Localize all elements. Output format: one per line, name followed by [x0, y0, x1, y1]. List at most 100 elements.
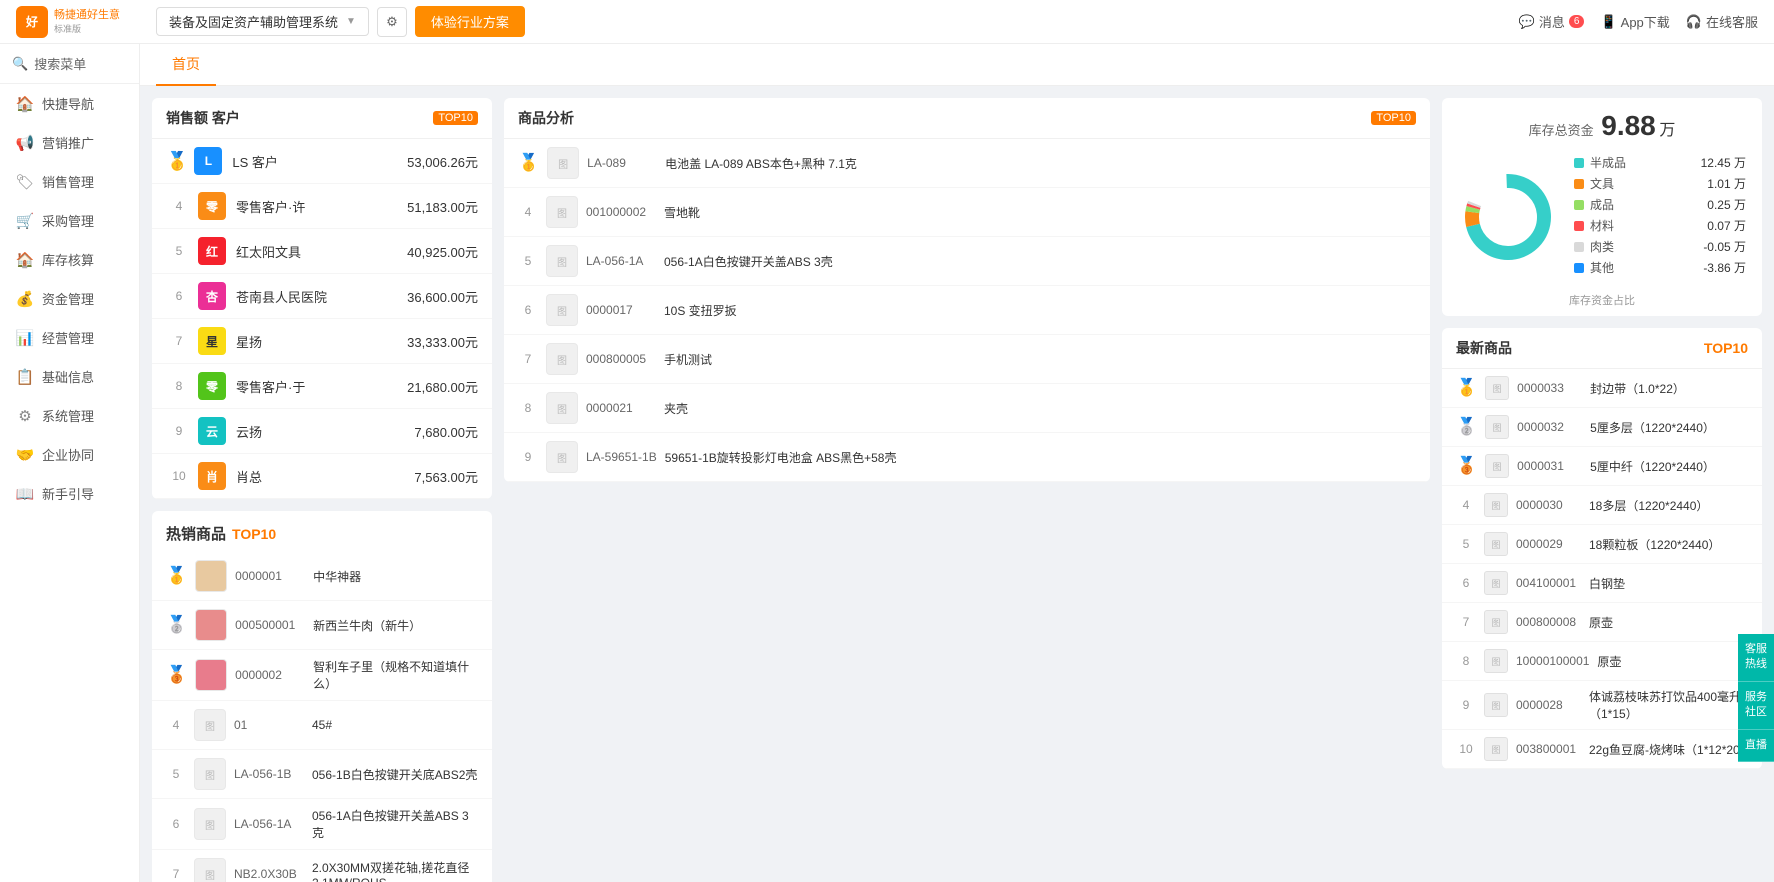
list-item: 🥈 图 0000032 5厘多层（1220*2440）	[1442, 408, 1762, 447]
inventory-unit: 万	[1659, 122, 1675, 139]
product-code: 004100001	[1516, 576, 1581, 590]
customer-name: LS 客户	[232, 152, 407, 171]
customer-value: 21,680.00元	[407, 377, 478, 396]
sidebar-item-system[interactable]: ⚙ 系统管理	[0, 396, 139, 435]
avatar: 星	[198, 327, 226, 355]
new-products-card: 最新商品 TOP10 🥇 图 0000033 封边带（1.0*22）	[1442, 328, 1762, 769]
sidebar-item-guide[interactable]: 📖 新手引导	[0, 474, 139, 513]
rank-number: 7	[518, 352, 538, 366]
inventory-icon: 🏠	[16, 251, 34, 269]
legend-item: 材料 0.07 万	[1574, 217, 1746, 234]
rank-number: 5	[518, 254, 538, 268]
list-item: 7 图 000800005 手机测试	[504, 335, 1430, 384]
list-item: 8 图 0000021 夹壳	[504, 384, 1430, 433]
rank-number: 4	[518, 205, 538, 219]
legend-color	[1574, 179, 1584, 189]
product-image: 图	[546, 392, 578, 424]
medal-1-icon: 🥇	[166, 151, 188, 172]
product-code: 000800005	[586, 352, 656, 366]
sidebar-item-label: 库存核算	[42, 250, 94, 269]
hot-products-card: 热销商品 TOP10 🥇 0000001 中华神器 🥈	[152, 511, 492, 882]
community-button[interactable]: 服务社区	[1738, 682, 1774, 730]
logo-icon: 好	[16, 6, 48, 38]
live-button[interactable]: 直播	[1738, 730, 1774, 762]
legend-color	[1574, 242, 1584, 252]
sidebar-item-inventory[interactable]: 🏠 库存核算	[0, 240, 139, 279]
product-image: 图	[1484, 737, 1508, 761]
inventory-card: 库存总资金 9.88 万	[1442, 98, 1762, 316]
sidebar-item-operations[interactable]: 📊 经营管理	[0, 318, 139, 357]
list-item: 4 图 01 45#	[152, 701, 492, 750]
medal-icon: 🥇	[518, 153, 539, 173]
product-image: 图	[1484, 532, 1508, 556]
sidebar-item-home[interactable]: 🏠 快捷导航	[0, 84, 139, 123]
system-selector[interactable]: 装备及固定资产辅助管理系统 ▼	[156, 7, 369, 36]
product-name: 45#	[312, 718, 478, 732]
sidebar-item-basic-info[interactable]: 📋 基础信息	[0, 357, 139, 396]
product-image: 图	[1485, 376, 1509, 400]
top10-badge: TOP10	[1371, 111, 1416, 125]
rank-number: 5	[166, 767, 186, 781]
sidebar-item-marketing[interactable]: 📢 营销推广	[0, 123, 139, 162]
basic-info-icon: 📋	[16, 368, 34, 386]
legend-name: 文具	[1590, 175, 1690, 192]
medal-icon: 🥇	[166, 566, 187, 586]
product-image: 图	[1485, 454, 1509, 478]
settings-button[interactable]: ⚙	[377, 7, 407, 37]
inventory-amount: 9.88	[1601, 110, 1656, 141]
trial-button[interactable]: 体验行业方案	[415, 6, 525, 37]
app-download-button[interactable]: 📱 App下载	[1600, 12, 1669, 31]
medal-icon: 🥇	[1456, 378, 1477, 398]
rank-number: 10	[166, 469, 192, 483]
sales-icon: 🏷	[16, 173, 34, 191]
product-image	[195, 659, 227, 691]
rank-number: 4	[1456, 498, 1476, 512]
product-code: 0000032	[1517, 420, 1582, 434]
list-item: 4 图 0000030 18多层（1220*2440）	[1442, 486, 1762, 525]
rank-number: 9	[1456, 698, 1476, 712]
online-service-button[interactable]: 🎧 在线客服	[1686, 12, 1758, 31]
sidebar-search[interactable]: 🔍 搜索菜单	[0, 44, 139, 84]
new-products-list: 🥇 图 0000033 封边带（1.0*22） 🥈 图 0000032 5厘多层…	[1442, 369, 1762, 769]
legend-item: 肉类 -0.05 万	[1574, 238, 1746, 255]
product-image: 图	[546, 441, 578, 473]
product-name: 056-1A白色按键开关盖ABS 3壳	[664, 253, 1416, 270]
product-image: 图	[546, 294, 578, 326]
list-item: 🥉 0000002 智利车子里（规格不知道填什么）	[152, 650, 492, 701]
tab-home[interactable]: 首页	[156, 44, 216, 86]
product-code: 0000030	[1516, 498, 1581, 512]
sidebar-item-sales[interactable]: 🏷 销售管理	[0, 162, 139, 201]
product-code: 0000017	[586, 303, 656, 317]
message-label: 消息	[1539, 12, 1565, 31]
sidebar-item-purchase[interactable]: 🛒 采购管理	[0, 201, 139, 240]
logo-area: 好 畅捷通好生意 标准版	[16, 6, 156, 38]
legend-name: 其他	[1590, 259, 1690, 276]
product-image: 图	[1484, 610, 1508, 634]
message-button[interactable]: 💬 消息 6	[1519, 12, 1585, 31]
list-item: 9 图 LA-59651-1B 59651-1B旋转投影灯电池盒 ABS黑色+5…	[504, 433, 1430, 482]
list-item: 8 零 零售客户·于 21,680.00元	[152, 364, 492, 409]
customer-service-button[interactable]: 客服热线	[1738, 634, 1774, 682]
list-item: 🥇 0000001 中华神器	[152, 552, 492, 601]
customer-list: 🥇 L LS 客户 53,006.26元 4 零 零售客户·许 51,183.0…	[152, 139, 492, 499]
customer-value: 53,006.26元	[407, 152, 478, 171]
list-item: 5 图 LA-056-1A 056-1A白色按键开关盖ABS 3壳	[504, 237, 1430, 286]
sidebar-item-collab[interactable]: 🤝 企业协同	[0, 435, 139, 474]
product-image: 图	[546, 343, 578, 375]
left-column: 销售额 客户 TOP10 🥇 L LS 客户 53,006.26元	[152, 98, 492, 870]
rank-number: 6	[1456, 576, 1476, 590]
list-item: 5 红 红太阳文具 40,925.00元	[152, 229, 492, 274]
sidebar-item-label: 采购管理	[42, 211, 94, 230]
product-code: 01	[234, 718, 304, 732]
customer-value: 36,600.00元	[407, 287, 478, 306]
customer-name: 零售客户·许	[236, 197, 407, 216]
sidebar-item-finance[interactable]: 💰 资金管理	[0, 279, 139, 318]
avatar: 云	[198, 417, 226, 445]
search-label: 搜索菜单	[34, 54, 86, 73]
medal-icon: 🥉	[166, 665, 187, 685]
product-code: 0000029	[1516, 537, 1581, 551]
product-code: 0000028	[1516, 698, 1581, 712]
customer-name: 星扬	[236, 332, 407, 351]
product-name: 59651-1B旋转投影灯电池盒 ABS黑色+58壳	[665, 449, 1416, 466]
product-image: 图	[1484, 493, 1508, 517]
